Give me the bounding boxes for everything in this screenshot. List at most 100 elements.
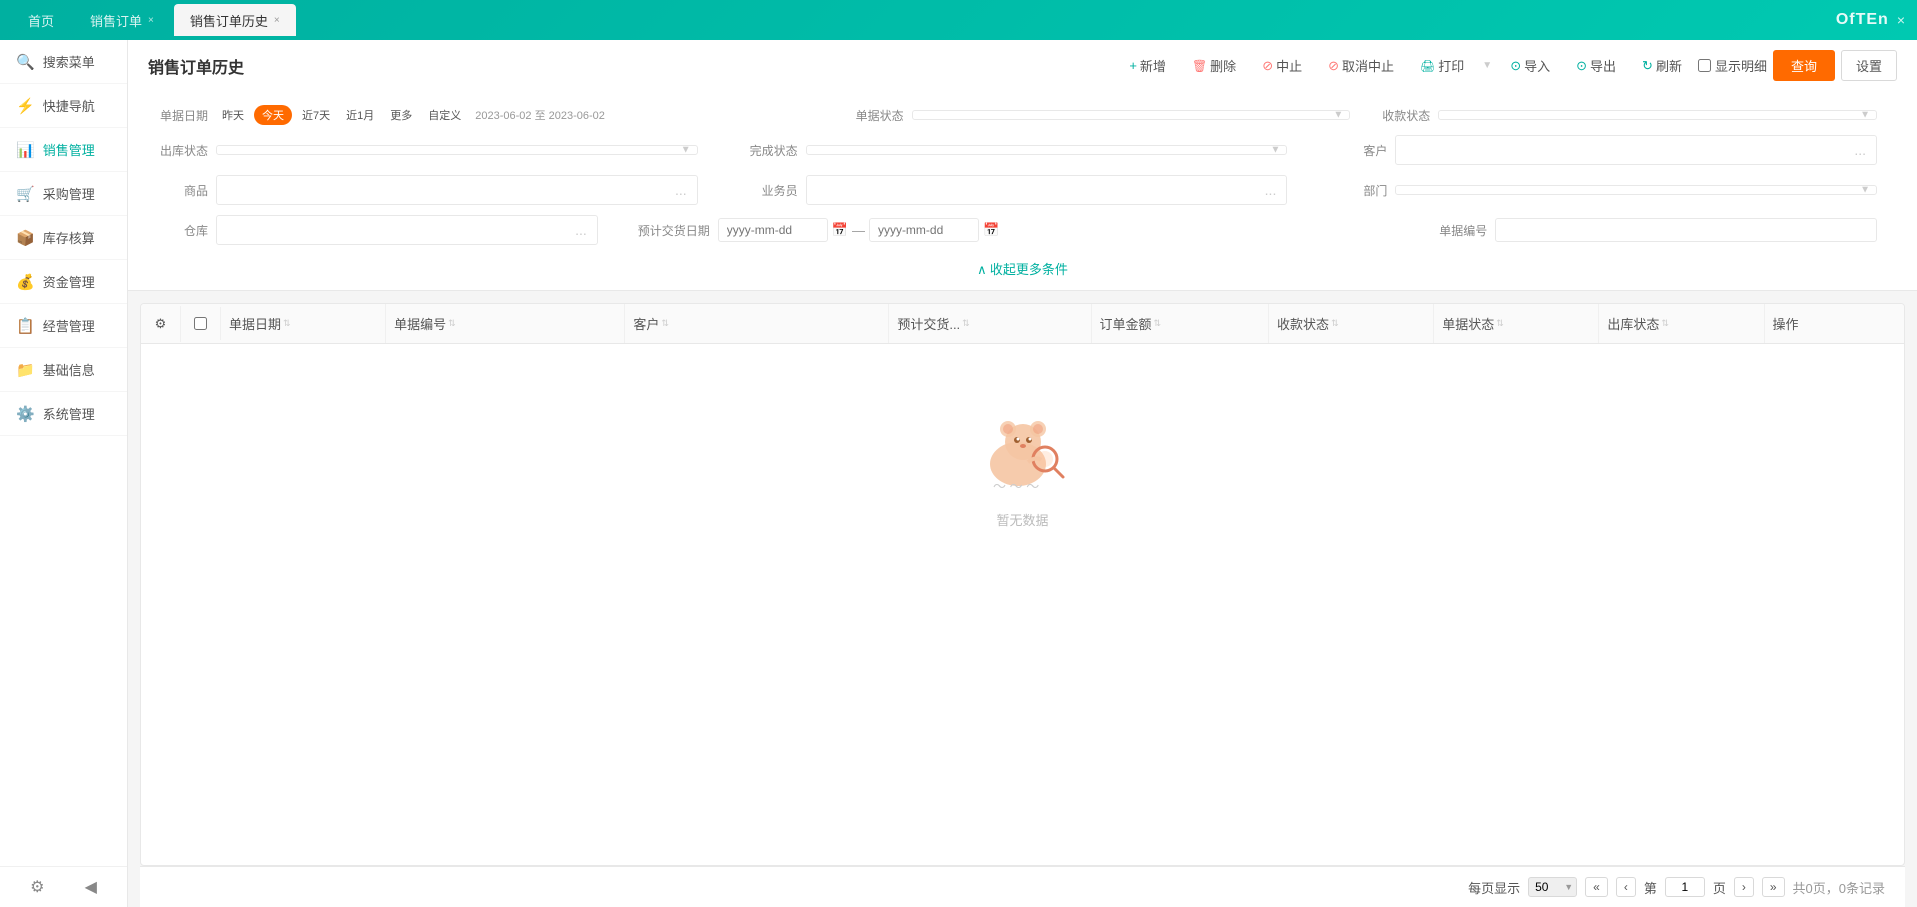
sidebar-item-basic-info[interactable]: 📁 基础信息 (0, 348, 127, 392)
sidebar-footer: ⚙ ◀ (0, 866, 127, 907)
import-button[interactable]: ⊙ 导入 (1500, 51, 1560, 80)
th-amount-label: 订单金额 (1100, 314, 1152, 333)
sidebar-item-operations[interactable]: 📋 经营管理 (0, 304, 127, 348)
sidebar-item-finance[interactable]: 💰 资金管理 (0, 260, 127, 304)
salesman-input[interactable] (813, 179, 1261, 201)
delete-button[interactable]: 🗑 删除 (1182, 51, 1246, 80)
cancel-stop-label: 取消中止 (1342, 56, 1394, 75)
filter-bill-status-item: 单据状态 ▼ (844, 107, 1351, 124)
inventory-icon: 📦 (16, 229, 35, 247)
refresh-button[interactable]: ↻ 刷新 (1632, 51, 1692, 80)
goods-dots-btn[interactable]: ... (671, 182, 691, 198)
add-button[interactable]: + 新增 (1119, 51, 1176, 80)
next-page-button[interactable]: › (1734, 877, 1754, 897)
tab-0[interactable]: 首页 (12, 4, 70, 36)
page-input[interactable] (1665, 877, 1705, 897)
tab-1[interactable]: 销售订单× (74, 4, 170, 36)
th-amount-sort-icon: ⇅ (1154, 318, 1162, 329)
date-btn-more[interactable]: 更多 (384, 105, 418, 125)
th-bill-status[interactable]: 单据状态 ⇅ (1434, 304, 1599, 343)
payment-status-arrow: ▼ (1860, 110, 1870, 121)
delivery-date-to-input[interactable] (869, 218, 979, 242)
date-range-display: 2023-06-02 至 2023-06-02 (475, 107, 605, 123)
sidebar-item-operations-label: 经营管理 (43, 316, 95, 335)
table-area: ⚙ 单据日期 ⇅ 单据编号 ⇅ 客户 ⇅ 预计交货... (140, 303, 1905, 866)
dept-select[interactable]: ▼ (1395, 185, 1877, 195)
filter-row-3: 商品 ... 业务员 ... 部门 (148, 175, 1897, 205)
page-size-select[interactable]: 10 20 50 100 (1528, 877, 1577, 897)
sidebar-item-purchase[interactable]: 🛒 采购管理 (0, 172, 127, 216)
customer-dots-btn[interactable]: ... (1850, 142, 1870, 158)
th-date[interactable]: 单据日期 ⇅ (221, 304, 386, 343)
warehouse-dots-btn[interactable]: ... (571, 222, 591, 238)
th-out-status[interactable]: 出库状态 ⇅ (1599, 304, 1764, 343)
print-icon: 🖨 (1420, 59, 1435, 73)
select-all-checkbox[interactable] (194, 317, 207, 330)
stop-button[interactable]: ⊘ 中止 (1252, 51, 1312, 80)
delete-icon: 🗑 (1192, 59, 1207, 73)
th-gear[interactable]: ⚙ (141, 306, 181, 342)
th-payment-status[interactable]: 收款状态 ⇅ (1269, 304, 1434, 343)
delete-label: 删除 (1210, 56, 1236, 75)
operations-icon: 📋 (16, 317, 35, 335)
display-detail-label: 显示明细 (1715, 56, 1767, 75)
table-header: ⚙ 单据日期 ⇅ 单据编号 ⇅ 客户 ⇅ 预计交货... (141, 304, 1904, 344)
last-page-button[interactable]: » (1762, 877, 1785, 897)
sidebar-item-system[interactable]: ⚙️ 系统管理 (0, 392, 127, 436)
print-button[interactable]: 🖨 打印 (1410, 51, 1474, 80)
sidebar-item-inventory[interactable]: 📦 库存核算 (0, 216, 127, 260)
query-button[interactable]: 查询 (1773, 50, 1835, 81)
th-no[interactable]: 单据编号 ⇅ (386, 304, 625, 343)
complete-status-label: 完成状态 (738, 142, 798, 159)
th-out-sort-icon: ⇅ (1661, 318, 1669, 329)
th-delivery[interactable]: 预计交货... ⇅ (889, 304, 1091, 343)
th-operation-label: 操作 (1773, 314, 1799, 333)
empty-text: 暂无数据 (996, 510, 1048, 529)
bill-no-input[interactable] (1495, 218, 1877, 242)
sidebar-item-sales[interactable]: 📊 销售管理 (0, 128, 127, 172)
bill-status-select[interactable]: ▼ (912, 110, 1351, 120)
sidebar-item-search[interactable]: 🔍 搜索菜单 (0, 40, 127, 84)
display-detail-checkbox[interactable] (1698, 59, 1711, 72)
tab-close-icon-1[interactable]: × (148, 15, 154, 26)
sidebar-item-quick-nav[interactable]: ⚡ 快捷导航 (0, 84, 127, 128)
payment-status-select[interactable]: ▼ (1438, 110, 1877, 120)
date-btn-today[interactable]: 今天 (254, 105, 292, 125)
display-detail-checkbox-wrapper[interactable]: 显示明细 (1698, 56, 1767, 75)
complete-status-select[interactable]: ▼ (806, 145, 1288, 155)
calendar-to-icon[interactable]: 📅 (983, 222, 999, 238)
collapse-bar[interactable]: ∧ 收起更多条件 (148, 255, 1897, 278)
th-customer-sort-icon: ⇅ (661, 318, 669, 329)
tab-close-icon-2[interactable]: × (274, 15, 280, 26)
sidebar-settings-btn[interactable]: ⚙ (30, 877, 44, 897)
customer-input[interactable] (1402, 139, 1850, 161)
date-btn-yesterday[interactable]: 昨天 (216, 105, 250, 125)
out-status-select[interactable]: ▼ (216, 145, 698, 155)
window-close-icon[interactable]: × (1897, 12, 1905, 28)
tab-2[interactable]: 销售订单历史× (174, 4, 296, 36)
tab-list: 首页销售订单×销售订单历史× (12, 4, 296, 36)
first-page-button[interactable]: « (1585, 877, 1608, 897)
salesman-dots-btn[interactable]: ... (1261, 182, 1281, 198)
cancel-stop-icon: ⊘ (1328, 58, 1339, 74)
sidebar-collapse-btn[interactable]: ◀ (85, 877, 97, 897)
cancel-stop-button[interactable]: ⊘ 取消中止 (1318, 51, 1404, 80)
prev-page-button[interactable]: ‹ (1616, 877, 1636, 897)
th-amount[interactable]: 订单金额 ⇅ (1092, 304, 1270, 343)
goods-input[interactable] (223, 179, 671, 201)
setting-button[interactable]: 设置 (1841, 50, 1897, 81)
calendar-from-icon[interactable]: 📅 (832, 222, 848, 238)
delivery-date-from-input[interactable] (718, 218, 828, 242)
complete-status-arrow: ▼ (1270, 145, 1280, 156)
date-btn-1month[interactable]: 近1月 (340, 105, 380, 125)
th-customer[interactable]: 客户 ⇅ (625, 304, 889, 343)
customer-input-wrapper: ... (1395, 135, 1877, 165)
warehouse-input[interactable] (223, 219, 571, 241)
filter-row-2: 出库状态 ▼ 完成状态 ▼ 客户 (148, 135, 1897, 165)
stop-label: 中止 (1276, 56, 1302, 75)
date-btn-custom[interactable]: 自定义 (422, 105, 467, 125)
sidebar-item-inventory-label: 库存核算 (43, 228, 95, 247)
th-check[interactable] (181, 307, 221, 340)
export-button[interactable]: ⊙ 导出 (1566, 51, 1626, 80)
date-btn-7days[interactable]: 近7天 (296, 105, 336, 125)
